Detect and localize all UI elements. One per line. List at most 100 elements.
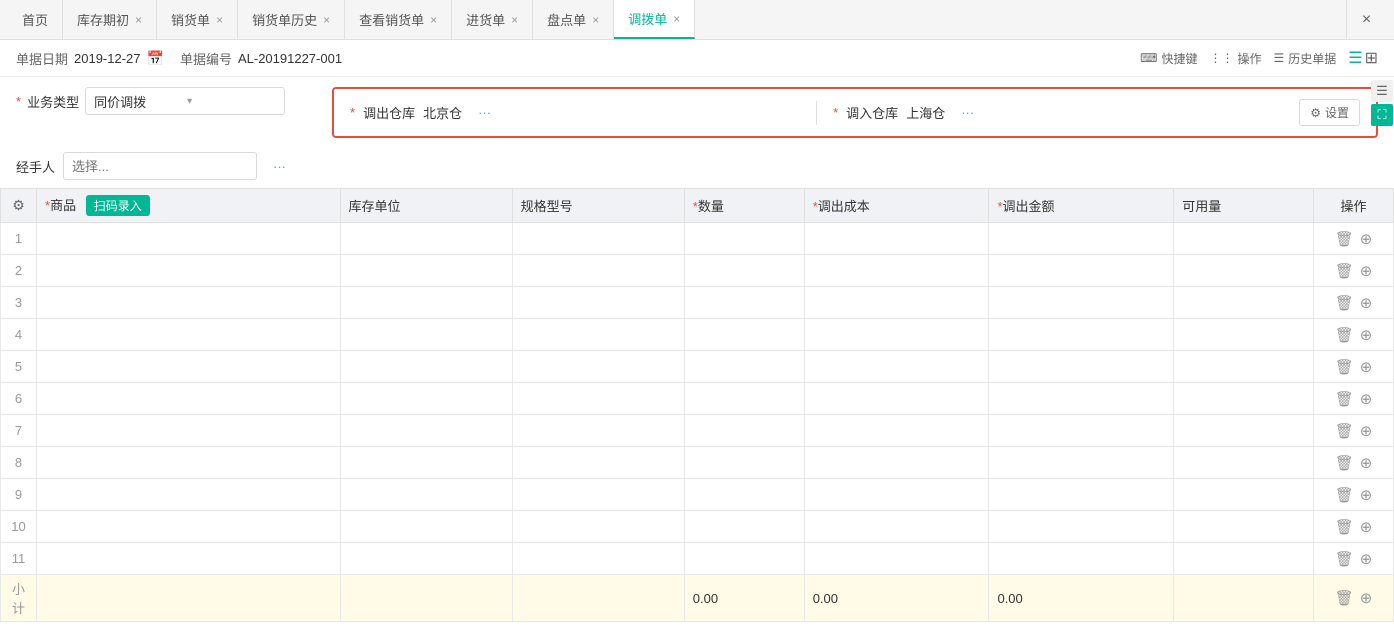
sidebar-list-icon[interactable]: ☰ bbox=[1371, 80, 1393, 102]
cell-product-10[interactable] bbox=[37, 511, 341, 543]
copy-button-6[interactable]: ⊕ bbox=[1360, 391, 1373, 408]
shortcut-button[interactable]: ⌨ 快捷键 bbox=[1140, 50, 1197, 67]
cell-amount-8[interactable] bbox=[989, 447, 1174, 479]
delete-button-1[interactable]: 🗑 bbox=[1335, 231, 1354, 248]
cell-cost-9[interactable] bbox=[804, 479, 989, 511]
cell-amount-7[interactable] bbox=[989, 415, 1174, 447]
cell-product-11[interactable] bbox=[37, 543, 341, 575]
settings-button[interactable]: ⚙ 设置 bbox=[1299, 99, 1360, 126]
cell-product-1[interactable] bbox=[37, 223, 341, 255]
tab-close-sales-history[interactable]: × bbox=[323, 14, 330, 26]
delete-button-6[interactable]: 🗑 bbox=[1335, 391, 1354, 408]
copy-button-4[interactable]: ⊕ bbox=[1360, 327, 1373, 344]
cell-quantity-3[interactable] bbox=[684, 287, 804, 319]
sidebar-expand-icon[interactable]: ⛶ bbox=[1371, 104, 1393, 126]
cell-product-5[interactable] bbox=[37, 351, 341, 383]
delete-button-8[interactable]: 🗑 bbox=[1335, 455, 1354, 472]
calendar-icon[interactable]: 📅 bbox=[147, 50, 164, 67]
cell-cost-2[interactable] bbox=[804, 255, 989, 287]
cell-cost-10[interactable] bbox=[804, 511, 989, 543]
tab-purchase-order[interactable]: 进货单× bbox=[452, 0, 533, 39]
handler-input[interactable] bbox=[63, 152, 257, 180]
cell-cost-4[interactable] bbox=[804, 319, 989, 351]
business-type-dropdown[interactable]: 同价调拨 ▾ bbox=[85, 87, 285, 115]
cell-product-4[interactable] bbox=[37, 319, 341, 351]
tab-sales-history[interactable]: 销货单历史× bbox=[238, 0, 345, 39]
copy-button-7[interactable]: ⊕ bbox=[1360, 423, 1373, 440]
layout-list-button[interactable]: ☰ bbox=[1348, 48, 1362, 68]
delete-button-3[interactable]: 🗑 bbox=[1335, 295, 1354, 312]
subtotal-delete-button[interactable]: 🗑 bbox=[1335, 590, 1354, 607]
cell-amount-2[interactable] bbox=[989, 255, 1174, 287]
cell-cost-3[interactable] bbox=[804, 287, 989, 319]
delete-button-7[interactable]: 🗑 bbox=[1335, 423, 1354, 440]
cell-product-7[interactable] bbox=[37, 415, 341, 447]
tab-transfer-order[interactable]: 调拨单× bbox=[614, 0, 695, 39]
out-warehouse-ellipsis[interactable]: ··· bbox=[478, 105, 491, 120]
scan-button[interactable]: 扫码录入 bbox=[86, 195, 150, 216]
copy-button-3[interactable]: ⊕ bbox=[1360, 295, 1373, 312]
tab-sales-order[interactable]: 销货单× bbox=[157, 0, 238, 39]
cell-quantity-9[interactable] bbox=[684, 479, 804, 511]
cell-cost-5[interactable] bbox=[804, 351, 989, 383]
history-button[interactable]: ☰ 历史单据 bbox=[1273, 50, 1336, 67]
table-gear-icon[interactable]: ⚙ bbox=[12, 197, 25, 213]
cell-quantity-4[interactable] bbox=[684, 319, 804, 351]
tab-close-view-sales[interactable]: × bbox=[430, 14, 437, 26]
tab-close-inventory-init[interactable]: × bbox=[135, 14, 142, 26]
copy-button-9[interactable]: ⊕ bbox=[1360, 487, 1373, 504]
cell-quantity-6[interactable] bbox=[684, 383, 804, 415]
copy-button-8[interactable]: ⊕ bbox=[1360, 455, 1373, 472]
cell-quantity-8[interactable] bbox=[684, 447, 804, 479]
in-warehouse-ellipsis[interactable]: ··· bbox=[961, 105, 974, 120]
cell-product-6[interactable] bbox=[37, 383, 341, 415]
delete-button-4[interactable]: 🗑 bbox=[1335, 327, 1354, 344]
window-close-button[interactable]: × bbox=[1346, 0, 1386, 40]
cell-product-3[interactable] bbox=[37, 287, 341, 319]
copy-button-1[interactable]: ⊕ bbox=[1360, 231, 1373, 248]
cell-amount-9[interactable] bbox=[989, 479, 1174, 511]
tab-view-sales[interactable]: 查看销货单× bbox=[345, 0, 452, 39]
handler-ellipsis[interactable]: ··· bbox=[273, 159, 286, 174]
layout-grid-button[interactable]: ⊞ bbox=[1365, 48, 1378, 68]
tab-inventory-init[interactable]: 库存期初× bbox=[62, 0, 157, 39]
cell-product-8[interactable] bbox=[37, 447, 341, 479]
subtotal-copy-button[interactable]: ⊕ bbox=[1360, 590, 1373, 607]
cell-cost-6[interactable] bbox=[804, 383, 989, 415]
copy-button-5[interactable]: ⊕ bbox=[1360, 359, 1373, 376]
tab-close-transfer-order[interactable]: × bbox=[673, 13, 680, 25]
cell-amount-4[interactable] bbox=[989, 319, 1174, 351]
tab-close-sales-order[interactable]: × bbox=[216, 14, 223, 26]
cell-cost-1[interactable] bbox=[804, 223, 989, 255]
copy-button-11[interactable]: ⊕ bbox=[1360, 551, 1373, 568]
cell-amount-5[interactable] bbox=[989, 351, 1174, 383]
tab-inventory-count[interactable]: 盘点单× bbox=[533, 0, 614, 39]
tab-close-inventory-count[interactable]: × bbox=[592, 14, 599, 26]
cell-cost-8[interactable] bbox=[804, 447, 989, 479]
cell-cost-7[interactable] bbox=[804, 415, 989, 447]
delete-button-5[interactable]: 🗑 bbox=[1335, 359, 1354, 376]
cell-quantity-1[interactable] bbox=[684, 223, 804, 255]
tab-close-purchase-order[interactable]: × bbox=[511, 14, 518, 26]
cell-product-2[interactable] bbox=[37, 255, 341, 287]
cell-amount-6[interactable] bbox=[989, 383, 1174, 415]
delete-button-2[interactable]: 🗑 bbox=[1335, 263, 1354, 280]
delete-button-11[interactable]: 🗑 bbox=[1335, 551, 1354, 568]
cell-amount-3[interactable] bbox=[989, 287, 1174, 319]
cell-amount-11[interactable] bbox=[989, 543, 1174, 575]
cell-amount-1[interactable] bbox=[989, 223, 1174, 255]
cell-cost-11[interactable] bbox=[804, 543, 989, 575]
cell-product-9[interactable] bbox=[37, 479, 341, 511]
cell-amount-10[interactable] bbox=[989, 511, 1174, 543]
cell-quantity-11[interactable] bbox=[684, 543, 804, 575]
tab-home[interactable]: 首页 bbox=[8, 10, 62, 29]
delete-button-9[interactable]: 🗑 bbox=[1335, 487, 1354, 504]
delete-button-10[interactable]: 🗑 bbox=[1335, 519, 1354, 536]
cell-quantity-10[interactable] bbox=[684, 511, 804, 543]
operation-button[interactable]: ⋮⋮ 操作 bbox=[1209, 50, 1261, 67]
cell-quantity-2[interactable] bbox=[684, 255, 804, 287]
cell-quantity-7[interactable] bbox=[684, 415, 804, 447]
cell-quantity-5[interactable] bbox=[684, 351, 804, 383]
copy-button-10[interactable]: ⊕ bbox=[1360, 519, 1373, 536]
copy-button-2[interactable]: ⊕ bbox=[1360, 263, 1373, 280]
